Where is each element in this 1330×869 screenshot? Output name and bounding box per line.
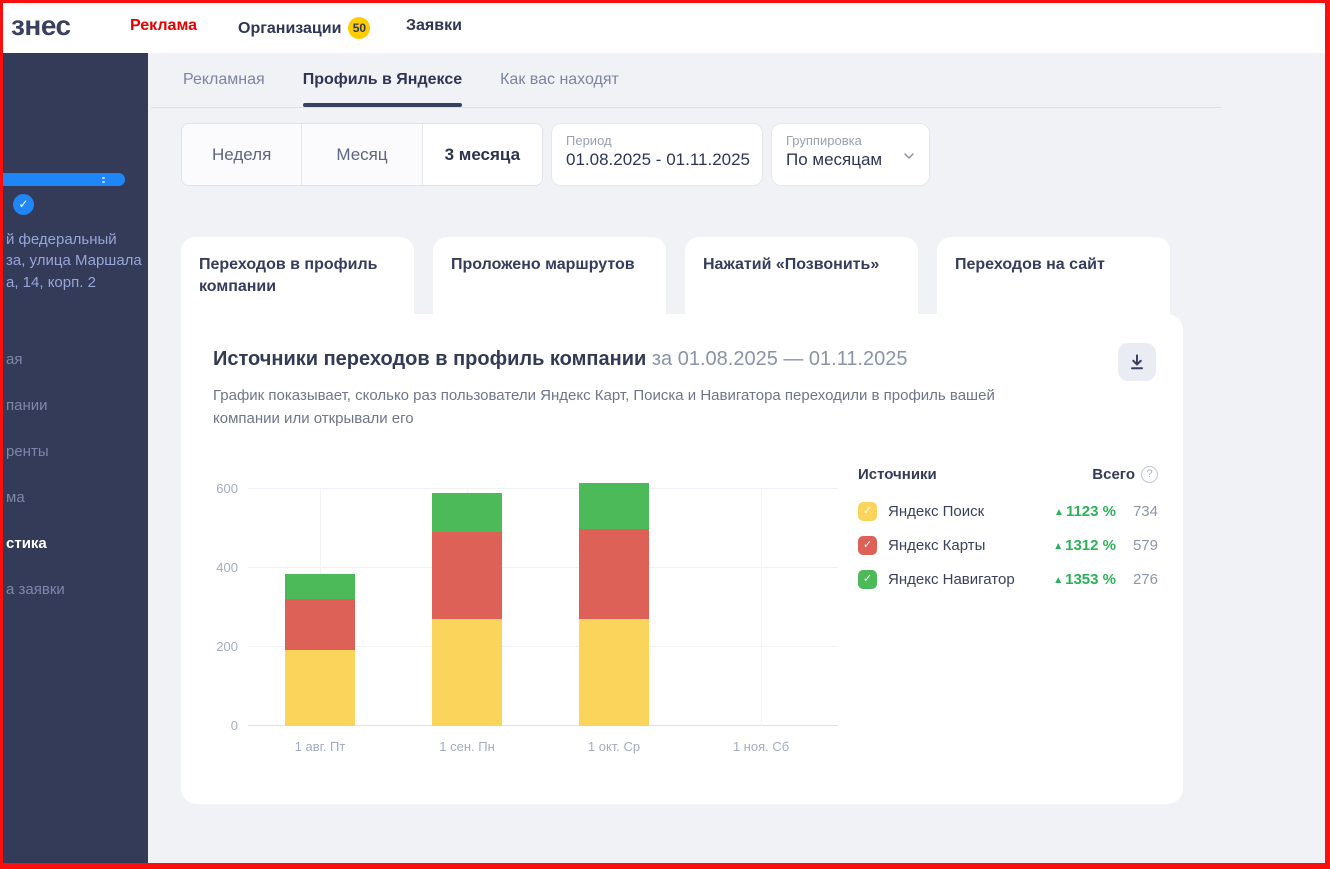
legend-total-header: Всего (1092, 466, 1135, 483)
chart-subtitle: График показывает, сколько раз пользоват… (213, 387, 995, 428)
grouping-label: Группировка (786, 133, 862, 148)
bar-1 сен. Пн (432, 489, 502, 726)
series-total: 276 (1132, 571, 1158, 588)
sidebar-menu-item[interactable]: ая (6, 336, 148, 382)
range-month-button[interactable]: Месяц (302, 124, 423, 185)
grouping-value: По месяцам (786, 150, 883, 169)
series-checkbox-maps[interactable]: ✓ (858, 536, 877, 555)
stats-tabbar: Рекламная Профиль в Яндексе Как вас нахо… (151, 53, 1221, 108)
up-triangle-icon: ▲ (1054, 507, 1064, 518)
help-icon[interactable]: ? (1141, 466, 1158, 483)
series-total: 734 (1132, 503, 1158, 520)
nav-item-advertising[interactable]: Реклама (130, 17, 197, 35)
download-button[interactable] (1118, 343, 1156, 381)
period-value: 01.08.2025 - 01.11.2025 (566, 150, 751, 169)
download-icon (1131, 354, 1143, 370)
chart-title: Источники переходов в профиль компании з… (213, 348, 908, 370)
chart-title-period: за 01.08.2025 — 01.11.2025 (651, 348, 908, 370)
nav-item-organizations[interactable]: Организации 50 (238, 17, 371, 39)
address-line: за, улица Маршала (6, 252, 142, 270)
series-checkbox-navigator[interactable]: ✓ (858, 570, 877, 589)
period-label: Период (566, 133, 612, 148)
app-window: знес Реклама Организации 50 Заявки ✓ й фе… (0, 0, 1330, 869)
tab-how-found[interactable]: Как вас находят (500, 53, 619, 107)
company-address: й федеральный за, улица Маршала а, 14, к… (6, 229, 148, 293)
progress-handle-dots (102, 177, 105, 183)
bar-1 авг. Пт (285, 489, 355, 726)
address-line: й федеральный (6, 231, 117, 248)
nav-item-requests[interactable]: Заявки (406, 17, 462, 35)
organizations-count-badge: 50 (348, 17, 371, 39)
progress-bar (3, 173, 125, 186)
tab-advertising[interactable]: Рекламная (183, 53, 265, 107)
sidebar-menu-item[interactable]: ренты (6, 428, 148, 474)
legend-row-search: ✓ Яндекс Поиск ▲ 1123 % 734 (858, 502, 1158, 521)
top-header: знес Реклама Организации 50 Заявки (3, 3, 1325, 53)
up-triangle-icon: ▲ (1053, 575, 1064, 586)
verified-check-icon: ✓ (13, 194, 34, 215)
date-range-segmented-control: Неделя Месяц 3 месяца (181, 123, 543, 186)
legend-header: Источники (858, 466, 937, 483)
address-line: а, 14, корп. 2 (6, 273, 96, 291)
sidebar-menu-item-statistics[interactable]: стика (6, 520, 148, 566)
sources-chart-card: Источники переходов в профиль компании з… (181, 314, 1183, 804)
grouping-dropdown[interactable]: Группировка По месяцам (771, 123, 930, 186)
tab-profile-in-yandex[interactable]: Профиль в Яндексе (302, 53, 463, 107)
chevron-down-icon (904, 153, 914, 159)
legend-row-maps: ✓ Яндекс Карты ▲ 1312 % 579 (858, 536, 1158, 555)
period-picker[interactable]: Период 01.08.2025 - 01.11.2025 (551, 123, 763, 186)
sidebar-menu-item[interactable]: а заявки (6, 566, 148, 612)
legend-row-navigator: ✓ Яндекс Навигатор ▲ 1353 % 276 (858, 570, 1158, 589)
range-3months-button[interactable]: 3 месяца (422, 124, 542, 185)
sidebar-menu-item[interactable]: ма (6, 474, 148, 520)
bar-1 окт. Ср (579, 483, 649, 726)
chart-legend: Источники Всего ? ✓ Яндекс Поиск ▲ 1123 %… (858, 466, 1158, 604)
sidebar-menu-item[interactable]: пании (6, 382, 148, 428)
sidebar: ✓ й федеральный за, улица Маршала а, 14,… (3, 53, 148, 863)
series-total: 579 (1132, 537, 1158, 554)
bar-1 ноя. Сб (726, 489, 796, 726)
bar-chart-plot: 0 200 400 600 1 авг. Пт 1 сен. Пн 1 окт. Ср 1 н… (216, 481, 838, 754)
yandex-business-logo[interactable]: знес (11, 10, 71, 42)
range-week-button[interactable]: Неделя (182, 124, 303, 185)
series-checkbox-search[interactable]: ✓ (858, 502, 877, 521)
sidebar-menu: ая пании ренты ма стика а заявки (6, 336, 148, 612)
up-triangle-icon: ▲ (1053, 541, 1064, 552)
